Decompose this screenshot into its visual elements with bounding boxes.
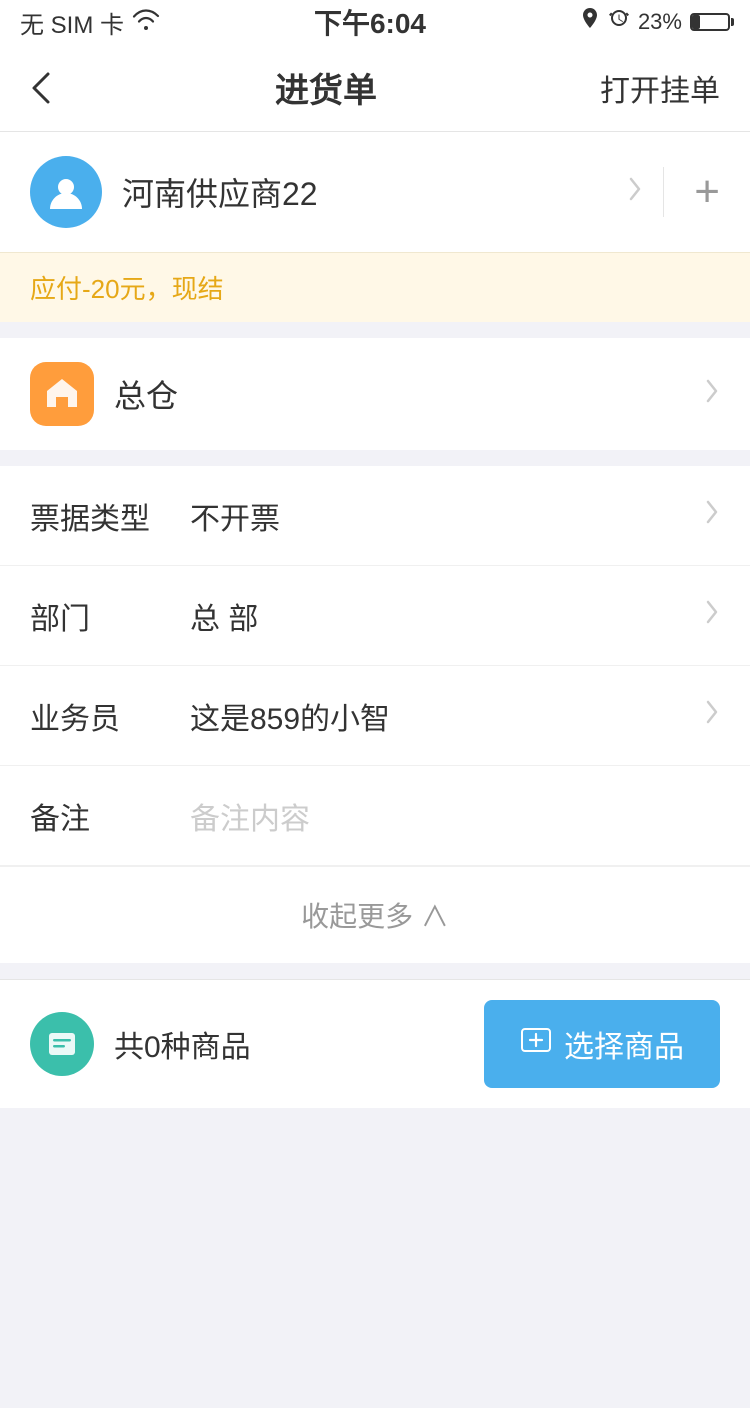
- product-count: 共0种商品: [114, 1022, 484, 1066]
- status-right: 23%: [580, 8, 730, 36]
- select-product-button[interactable]: 选择商品: [484, 1000, 720, 1088]
- notice-text: 应付-20元，现结: [30, 274, 224, 304]
- carrier-label: 无 SIM 卡: [20, 5, 124, 40]
- add-supplier-button[interactable]: +: [694, 170, 720, 214]
- notice-bar: 应付-20元，现结: [0, 252, 750, 322]
- department-chevron-icon: [704, 598, 720, 633]
- form-section: 票据类型 不开票 部门 总 部 业务员 这是859的小智 备注 备注内容: [0, 466, 750, 963]
- product-icon: [30, 1012, 94, 1076]
- sales-person-chevron-icon: [704, 698, 720, 733]
- supplier-row[interactable]: 河南供应商22 +: [0, 132, 750, 252]
- location-icon: [580, 8, 600, 36]
- alarm-icon: [608, 8, 630, 36]
- invoice-type-value: 不开票: [170, 494, 704, 538]
- collapse-row[interactable]: 收起更多 ∧: [0, 866, 750, 963]
- department-value: 总 部: [170, 594, 704, 638]
- warehouse-section: 总仓: [0, 338, 750, 450]
- battery-icon: [690, 13, 730, 31]
- supplier-chevron-icon: [627, 175, 643, 210]
- invoice-type-chevron-icon: [704, 498, 720, 533]
- supplier-avatar: [30, 156, 102, 228]
- sales-person-label: 业务员: [30, 694, 170, 738]
- open-pending-button[interactable]: 打开挂单: [600, 66, 720, 110]
- gray-area: [0, 1108, 750, 1408]
- content: 河南供应商22 + 应付-20元，现结 总仓: [0, 132, 750, 1408]
- warehouse-chevron-icon: [704, 377, 720, 412]
- remark-label: 备注: [30, 794, 170, 838]
- sales-person-row[interactable]: 业务员 这是859的小智: [0, 666, 750, 766]
- invoice-type-row[interactable]: 票据类型 不开票: [0, 466, 750, 566]
- status-time: 下午6:04: [314, 2, 426, 42]
- warehouse-row[interactable]: 总仓: [0, 338, 750, 450]
- invoice-type-label: 票据类型: [30, 494, 170, 538]
- sales-person-value: 这是859的小智: [170, 694, 704, 738]
- back-button[interactable]: [30, 70, 52, 106]
- battery-label: 23%: [638, 9, 682, 35]
- nav-bar: 进货单 打开挂单: [0, 44, 750, 132]
- collapse-text: 收起更多 ∧: [301, 895, 449, 935]
- select-product-icon: [520, 1027, 552, 1062]
- department-label: 部门: [30, 594, 170, 638]
- department-row[interactable]: 部门 总 部: [0, 566, 750, 666]
- remark-input[interactable]: 备注内容: [170, 794, 720, 838]
- wifi-icon: [132, 8, 160, 37]
- warehouse-name: 总仓: [114, 371, 704, 417]
- supplier-name: 河南供应商22: [122, 169, 627, 215]
- page-title: 进货单: [275, 63, 377, 112]
- supplier-divider: [663, 167, 664, 217]
- remark-row[interactable]: 备注 备注内容: [0, 766, 750, 866]
- bottom-bar: 共0种商品 选择商品: [0, 979, 750, 1108]
- select-product-label: 选择商品: [564, 1022, 684, 1066]
- status-left: 无 SIM 卡: [20, 5, 160, 40]
- supplier-section: 河南供应商22 + 应付-20元，现结: [0, 132, 750, 322]
- warehouse-icon: [30, 362, 94, 426]
- status-bar: 无 SIM 卡 下午6:04 23%: [0, 0, 750, 44]
